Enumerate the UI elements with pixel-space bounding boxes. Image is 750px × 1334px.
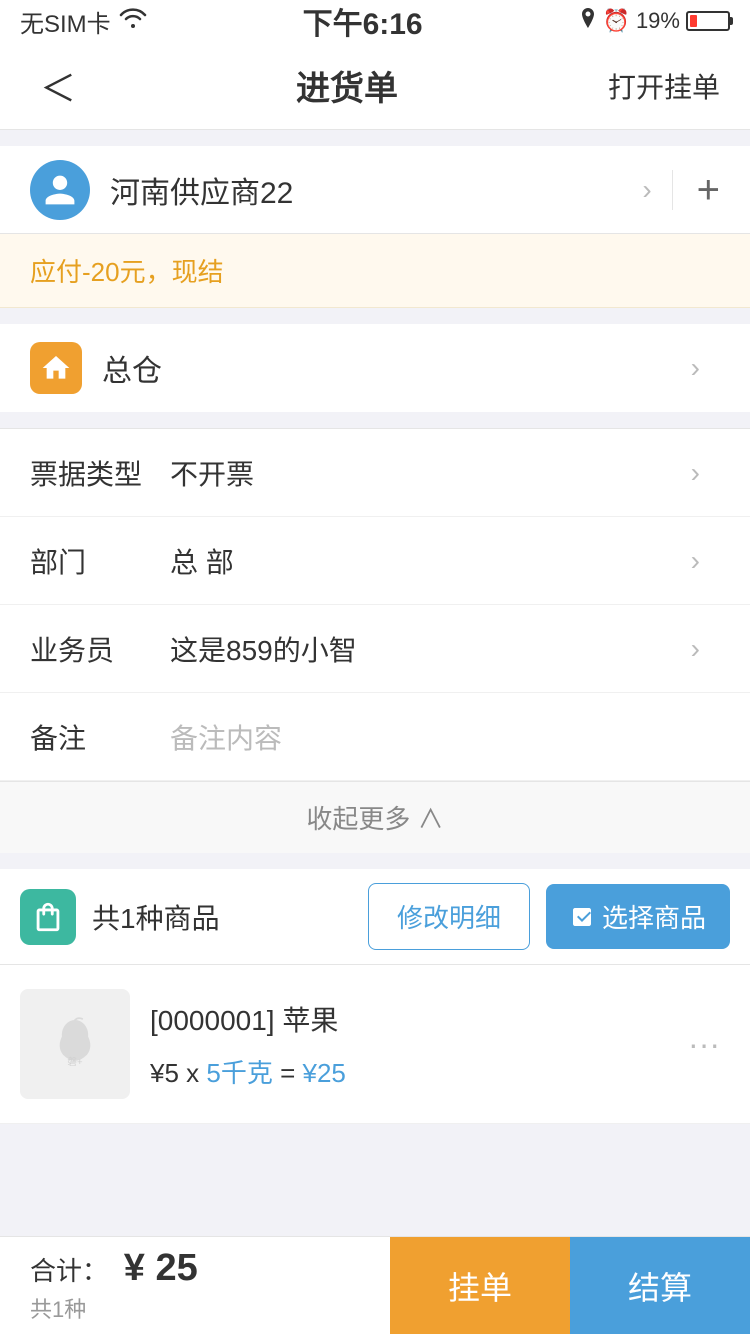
page-title: 进货单 (296, 61, 398, 110)
supplier-section: 河南供应商22 › + 应付-20元，现结 (0, 146, 750, 308)
chevron-right-icon: › (642, 174, 651, 206)
dept-value: 总 部 (170, 541, 691, 581)
warehouse-icon (30, 342, 82, 394)
remark-input[interactable]: 备注内容 (170, 717, 720, 757)
product-more-button[interactable]: ··· (678, 1016, 730, 1073)
warehouse-section[interactable]: 总仓 › (0, 324, 750, 412)
total-text: ¥25 (303, 1058, 346, 1088)
products-icon (20, 889, 76, 945)
select-icon (570, 905, 594, 929)
bottom-bar: 合计： ¥ 25 共1种 挂单 结算 (0, 1236, 750, 1334)
product-image-icon: 磐+ (45, 1014, 105, 1074)
dept-row[interactable]: 部门 总 部 › (0, 517, 750, 605)
product-info: [0000001] 苹果 ¥5 x 5千克 = ¥25 (150, 999, 678, 1090)
open-hang-button[interactable]: 打开挂单 (608, 66, 720, 106)
products-count: 共1种商品 (92, 897, 368, 937)
supplier-avatar (30, 160, 90, 220)
battery-icon (686, 11, 730, 31)
collapse-button[interactable]: 收起更多 ∧ (0, 781, 750, 853)
warehouse-name: 总仓 (102, 346, 691, 390)
sales-chevron-icon: › (691, 633, 700, 665)
select-product-label: 选择商品 (602, 898, 706, 935)
remark-label: 备注 (30, 717, 150, 757)
carrier-label: 无SIM卡 (20, 4, 111, 39)
back-button[interactable]: ＜ (30, 50, 86, 122)
invoice-label: 票据类型 (30, 453, 150, 493)
invoice-row[interactable]: 票据类型 不开票 › (0, 429, 750, 517)
sales-label: 业务员 (30, 629, 150, 669)
warehouse-chevron-icon: › (691, 352, 700, 384)
select-product-button[interactable]: 选择商品 (546, 884, 730, 949)
status-bar: 无SIM卡 下午6:16 ⏰ 19% (0, 0, 750, 42)
supplier-row[interactable]: 河南供应商22 › + (0, 146, 750, 234)
invoice-chevron-icon: › (691, 457, 700, 489)
alarm-icon: ⏰ (603, 8, 630, 34)
shopping-bag-icon (31, 900, 65, 934)
bottom-spacer (0, 1124, 750, 1222)
add-button[interactable]: + (672, 170, 720, 210)
nav-bar: ＜ 进货单 打开挂单 (0, 42, 750, 130)
product-thumbnail: 磐+ (20, 989, 130, 1099)
products-section: 共1种商品 修改明细 选择商品 磐+ [0000001] 苹果 ¥5 (0, 869, 750, 1124)
divider-2 (0, 308, 750, 324)
multiply-sign: x (186, 1058, 206, 1088)
divider-1 (0, 130, 750, 146)
home-icon (40, 352, 72, 384)
remark-row[interactable]: 备注 备注内容 (0, 693, 750, 781)
dept-label: 部门 (30, 541, 150, 581)
time-label: 下午6:16 (303, 0, 423, 43)
person-icon (42, 172, 78, 208)
invoice-value: 不开票 (170, 453, 691, 493)
total-label: 合计： (30, 1256, 108, 1286)
price-text: ¥5 (150, 1058, 179, 1088)
hang-button[interactable]: 挂单 (390, 1237, 570, 1334)
sales-value: 这是859的小智 (170, 629, 691, 669)
total-amount: ¥ 25 (124, 1247, 198, 1289)
location-icon (579, 8, 597, 34)
total-count: 共1种 (30, 1292, 360, 1324)
form-section: 票据类型 不开票 › 部门 总 部 › 业务员 这是859的小智 › 备注 备注… (0, 428, 750, 853)
status-right: ⏰ 19% (579, 8, 730, 34)
product-title-text: 苹果 (282, 1005, 338, 1036)
product-id: [0000001] (150, 1005, 275, 1036)
warning-banner: 应付-20元，现结 (0, 234, 750, 308)
total-section: 合计： ¥ 25 共1种 (0, 1247, 390, 1324)
equals-sign: = (280, 1058, 302, 1088)
supplier-name: 河南供应商22 (110, 168, 642, 212)
wifi-icon (119, 7, 147, 35)
warehouse-row[interactable]: 总仓 › (0, 324, 750, 412)
dept-chevron-icon: › (691, 545, 700, 577)
checkout-button[interactable]: 结算 (570, 1237, 750, 1334)
status-left: 无SIM卡 (20, 4, 147, 39)
product-price: ¥5 x 5千克 = ¥25 (150, 1053, 678, 1090)
products-header: 共1种商品 修改明细 选择商品 (0, 869, 750, 965)
svg-text:磐+: 磐+ (67, 1056, 83, 1068)
sales-row[interactable]: 业务员 这是859的小智 › (0, 605, 750, 693)
edit-detail-button[interactable]: 修改明细 (368, 883, 530, 950)
product-name: [0000001] 苹果 (150, 999, 678, 1039)
quantity-text: 5千克 (206, 1058, 272, 1088)
product-item: 磐+ [0000001] 苹果 ¥5 x 5千克 = ¥25 ··· (0, 965, 750, 1124)
battery-percent: 19% (636, 8, 680, 34)
